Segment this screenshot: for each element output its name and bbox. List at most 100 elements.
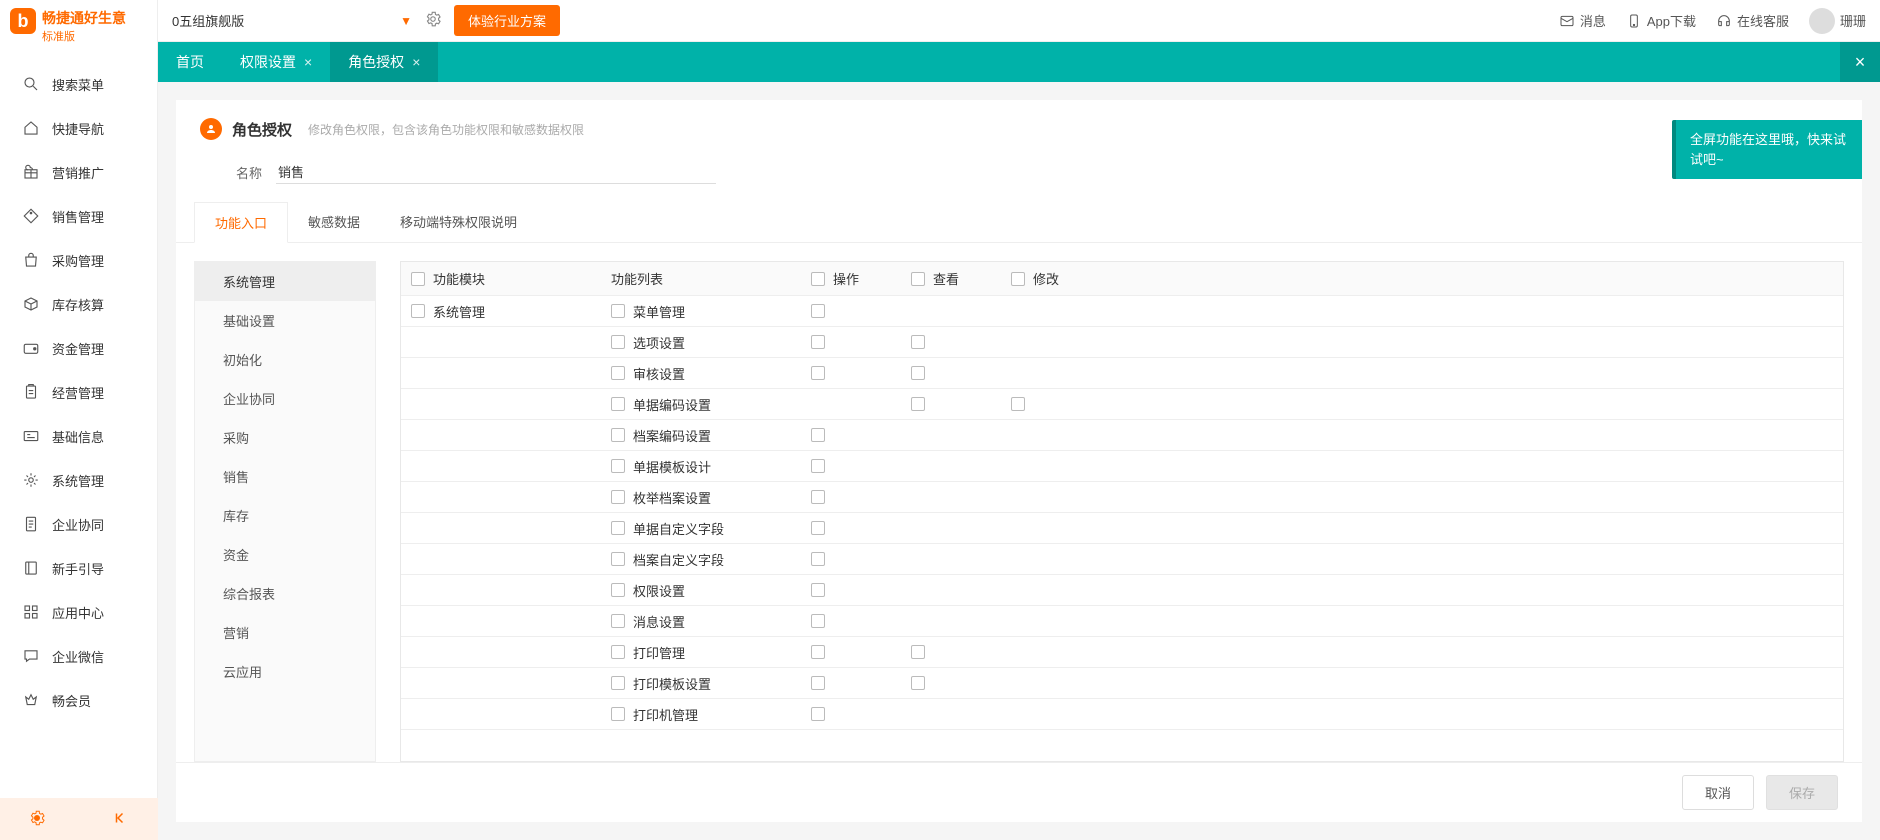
- tab-1[interactable]: 权限设置×: [222, 42, 330, 82]
- version-selector[interactable]: 0五组旗舰版 ▼: [172, 11, 412, 30]
- nav-item-7[interactable]: 经营管理: [0, 370, 157, 414]
- checkbox[interactable]: [1011, 272, 1025, 286]
- category-item-1[interactable]: 基础设置: [195, 301, 375, 340]
- category-item-3[interactable]: 企业协同: [195, 379, 375, 418]
- checkbox[interactable]: [611, 614, 625, 628]
- nav-item-14[interactable]: 畅会员: [0, 678, 157, 722]
- checkbox[interactable]: [811, 552, 825, 566]
- checkbox[interactable]: [611, 366, 625, 380]
- messages-link[interactable]: 消息: [1559, 11, 1606, 30]
- checkbox[interactable]: [811, 272, 825, 286]
- checkbox[interactable]: [611, 428, 625, 442]
- checkbox[interactable]: [811, 428, 825, 442]
- logo: b 畅捷通好生意 标准版: [0, 0, 157, 58]
- category-item-4[interactable]: 采购: [195, 418, 375, 457]
- category-item-5[interactable]: 销售: [195, 457, 375, 496]
- grid-wrap: 功能模块功能列表操作查看修改系统管理菜单管理选项设置审核设置单据编码设置档案编码…: [400, 261, 1844, 762]
- settings-icon[interactable]: [28, 809, 46, 830]
- nav-label: 快捷导航: [52, 119, 104, 138]
- grid-row: 权限设置: [401, 575, 1843, 606]
- collapse-icon[interactable]: [112, 809, 130, 830]
- checkbox[interactable]: [611, 304, 625, 318]
- tab-2[interactable]: 角色授权×: [330, 42, 438, 82]
- app-download-link[interactable]: App下载: [1626, 11, 1696, 30]
- sub-tab-0[interactable]: 功能入口: [194, 202, 288, 243]
- checkbox[interactable]: [911, 397, 925, 411]
- checkbox[interactable]: [611, 490, 625, 504]
- category-item-7[interactable]: 资金: [195, 535, 375, 574]
- nav-item-2[interactable]: 营销推广: [0, 150, 157, 194]
- checkbox[interactable]: [911, 272, 925, 286]
- nav-label: 库存核算: [52, 295, 104, 314]
- nav-item-12[interactable]: 应用中心: [0, 590, 157, 634]
- checkbox[interactable]: [911, 676, 925, 690]
- vip-icon: [22, 691, 40, 709]
- nav-item-1[interactable]: 快捷导航: [0, 106, 157, 150]
- checkbox[interactable]: [811, 304, 825, 318]
- nav-item-13[interactable]: 企业微信: [0, 634, 157, 678]
- checkbox[interactable]: [611, 583, 625, 597]
- category-list: 系统管理基础设置初始化企业协同采购销售库存资金综合报表营销云应用: [194, 261, 376, 762]
- checkbox[interactable]: [611, 645, 625, 659]
- nav-item-5[interactable]: 库存核算: [0, 282, 157, 326]
- try-industry-button[interactable]: 体验行业方案: [454, 5, 560, 36]
- checkbox[interactable]: [611, 707, 625, 721]
- category-item-9[interactable]: 营销: [195, 613, 375, 652]
- nav-item-0[interactable]: 搜索菜单: [0, 62, 157, 106]
- tabs-close-all[interactable]: ×: [1840, 42, 1880, 82]
- checkbox[interactable]: [1011, 397, 1025, 411]
- category-item-6[interactable]: 库存: [195, 496, 375, 535]
- checkbox[interactable]: [811, 676, 825, 690]
- checkbox[interactable]: [811, 614, 825, 628]
- save-button[interactable]: 保存: [1766, 775, 1838, 810]
- checkbox[interactable]: [611, 552, 625, 566]
- role-name-input[interactable]: [276, 160, 716, 184]
- checkbox[interactable]: [611, 397, 625, 411]
- checkbox[interactable]: [411, 272, 425, 286]
- settings-gear-icon[interactable]: [424, 10, 442, 31]
- grid-row: 审核设置: [401, 358, 1843, 389]
- grid-row: 打印管理: [401, 637, 1843, 668]
- sub-tab-1[interactable]: 敏感数据: [288, 202, 380, 242]
- avatar: [1809, 8, 1835, 34]
- nav-item-3[interactable]: 销售管理: [0, 194, 157, 238]
- checkbox[interactable]: [411, 304, 425, 318]
- nav-item-10[interactable]: 企业协同: [0, 502, 157, 546]
- tab-0[interactable]: 首页: [158, 42, 222, 82]
- caret-down-icon: ▼: [400, 14, 412, 28]
- category-item-8[interactable]: 综合报表: [195, 574, 375, 613]
- nav-item-4[interactable]: 采购管理: [0, 238, 157, 282]
- sub-tab-2[interactable]: 移动端特殊权限说明: [380, 202, 537, 242]
- checkbox[interactable]: [811, 645, 825, 659]
- cancel-button[interactable]: 取消: [1682, 775, 1754, 810]
- nav-item-9[interactable]: 系统管理: [0, 458, 157, 502]
- clipboard-icon: [22, 383, 40, 401]
- checkbox[interactable]: [811, 490, 825, 504]
- category-item-10[interactable]: 云应用: [195, 652, 375, 691]
- support-link[interactable]: 在线客服: [1716, 11, 1789, 30]
- category-item-2[interactable]: 初始化: [195, 340, 375, 379]
- category-item-0[interactable]: 系统管理: [195, 262, 375, 301]
- checkbox[interactable]: [811, 707, 825, 721]
- checkbox[interactable]: [811, 459, 825, 473]
- checkbox[interactable]: [811, 583, 825, 597]
- user-menu[interactable]: 珊珊: [1809, 8, 1866, 34]
- checkbox[interactable]: [611, 676, 625, 690]
- checkbox[interactable]: [911, 335, 925, 349]
- checkbox[interactable]: [811, 335, 825, 349]
- checkbox[interactable]: [611, 459, 625, 473]
- checkbox[interactable]: [611, 335, 625, 349]
- checkbox[interactable]: [611, 521, 625, 535]
- tab-close-icon[interactable]: ×: [412, 54, 420, 70]
- tab-close-icon[interactable]: ×: [304, 54, 312, 70]
- checkbox[interactable]: [811, 366, 825, 380]
- checkbox[interactable]: [911, 645, 925, 659]
- nav-item-8[interactable]: 基础信息: [0, 414, 157, 458]
- nav-item-11[interactable]: 新手引导: [0, 546, 157, 590]
- logo-sub: 标准版: [42, 28, 126, 44]
- checkbox[interactable]: [911, 366, 925, 380]
- nav-item-6[interactable]: 资金管理: [0, 326, 157, 370]
- home-icon: [22, 119, 40, 137]
- nav-label: 系统管理: [52, 471, 104, 490]
- checkbox[interactable]: [811, 521, 825, 535]
